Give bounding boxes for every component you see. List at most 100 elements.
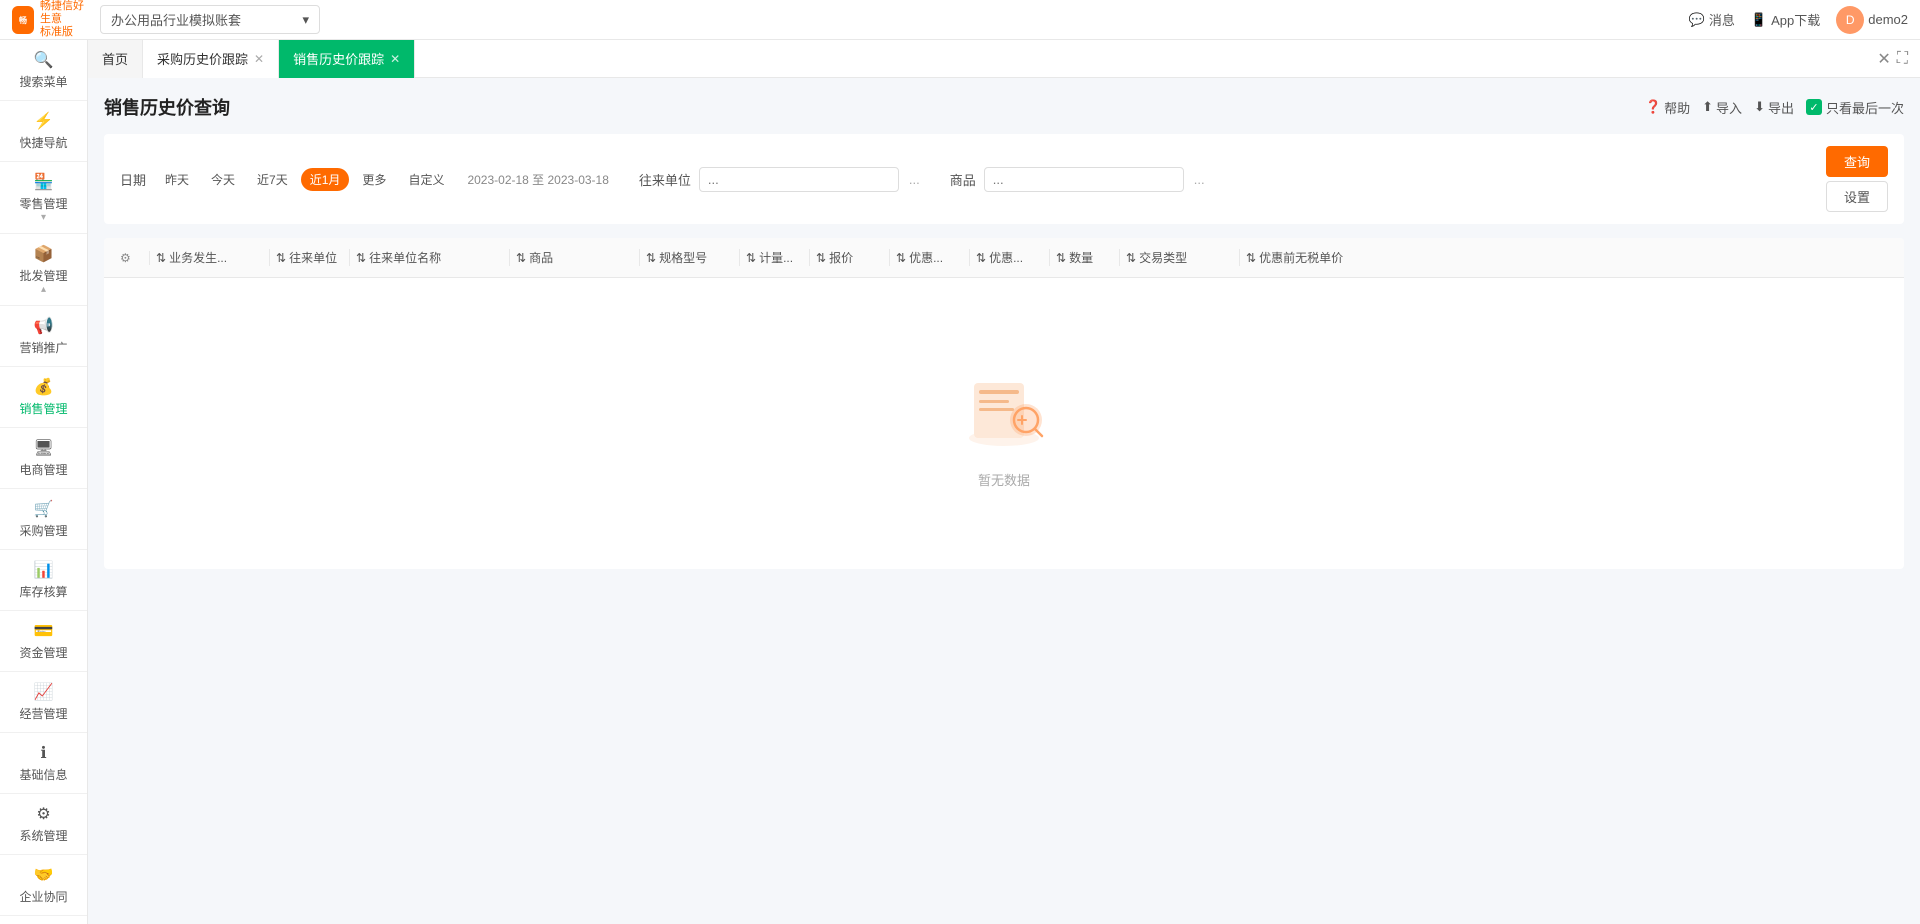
sidebar-item-basic-info[interactable]: ℹ 基础信息 xyxy=(0,733,87,794)
sidebar-item-wholesale-mgmt[interactable]: 📦 批发管理 ▴ xyxy=(0,234,87,306)
sidebar-item-sales-mgmt[interactable]: 💰 销售管理 xyxy=(0,367,87,428)
th-qty-label: 数量 xyxy=(1069,249,1093,266)
date-btn-more[interactable]: 更多 xyxy=(353,168,395,191)
sidebar-item-search-menu[interactable]: 🔍 搜索菜单 xyxy=(0,40,87,101)
tab-fullscreen-icon[interactable]: ⛶ xyxy=(1897,50,1908,68)
th-qty[interactable]: ⇅ 数量 xyxy=(1050,249,1120,266)
sidebar-item-finance-mgmt[interactable]: 💳 资金管理 xyxy=(0,611,87,672)
only-last-label: 只看最后一次 xyxy=(1826,98,1904,117)
sidebar-item-label: 快捷导航 xyxy=(19,134,67,151)
user-label: demo2 xyxy=(1868,12,1908,27)
download-icon: 📱 xyxy=(1751,12,1767,28)
th-discount1[interactable]: ⇅ 优惠... xyxy=(890,249,970,266)
search-icon: 🔍 xyxy=(34,50,54,70)
tab-home-label: 首页 xyxy=(102,49,128,68)
sidebar-item-system-mgmt[interactable]: ⚙ 系统管理 xyxy=(0,794,87,855)
th-biz-date[interactable]: ⇅ 业务发生... xyxy=(150,249,270,266)
sidebar-item-label: 系统管理 xyxy=(19,827,67,844)
th-partner-name[interactable]: ⇅ 往来单位名称 xyxy=(350,249,510,266)
tabs-bar: 首页 采购历史价跟踪 ✕ 销售历史价跟踪 ✕ ✕ ⛶ xyxy=(88,40,1920,78)
th-unit[interactable]: ⇅ 计量... xyxy=(740,249,810,266)
sidebar-item-ops-mgmt[interactable]: 📈 经营管理 xyxy=(0,672,87,733)
th-settings[interactable]: ⚙ xyxy=(114,251,150,265)
th-trade-type-label: 交易类型 xyxy=(1139,249,1187,266)
th-discount2[interactable]: ⇅ 优惠... xyxy=(970,249,1050,266)
sidebar-item-label: 营销推广 xyxy=(19,339,67,356)
message-button[interactable]: 💬 消息 xyxy=(1689,10,1735,29)
product-input[interactable] xyxy=(984,167,1184,192)
help-icon: ❓ xyxy=(1645,99,1661,115)
date-btn-custom[interactable]: 自定义 xyxy=(399,168,453,191)
import-label: 导入 xyxy=(1716,98,1742,117)
tab-sales-history-label: 销售历史价跟踪 xyxy=(293,49,384,68)
partner-dots: ... xyxy=(909,172,920,187)
svg-text:畅: 畅 xyxy=(19,15,27,25)
sidebar: 🔍 搜索菜单 ⚡ 快捷导航 🏪 零售管理 ▾ 📦 批发管理 ▴ 📢 营销推广 💰… xyxy=(0,40,88,924)
filter-row-1: 日期 昨天 今天 近7天 近1月 更多 自定义 2023-02-18 至 202… xyxy=(120,146,1888,212)
tab-home[interactable]: 首页 xyxy=(88,40,143,78)
setting-button[interactable]: 设置 xyxy=(1826,181,1888,212)
avatar: D xyxy=(1836,6,1864,34)
empty-icon xyxy=(954,358,1054,458)
export-button[interactable]: ⬇ 导出 xyxy=(1754,98,1794,117)
sidebar-item-purchase-mgmt[interactable]: 🛒 采购管理 xyxy=(0,489,87,550)
th-product-sort-icon: ⇅ xyxy=(516,251,526,265)
th-qty-sort-icon: ⇅ xyxy=(1056,251,1066,265)
page-title: 销售历史价查询 xyxy=(104,94,230,120)
page-actions: ❓ 帮助 ⬆ 导入 ⬇ 导出 ✓ 只看最后一次 xyxy=(1645,98,1904,117)
th-trade-type[interactable]: ⇅ 交易类型 xyxy=(1120,249,1240,266)
product-dots: ... xyxy=(1194,172,1205,187)
date-btn-7days[interactable]: 近7天 xyxy=(248,168,297,191)
import-icon: ⬆ xyxy=(1702,99,1713,115)
th-partner[interactable]: ⇅ 往来单位 xyxy=(270,249,350,266)
sidebar-item-label: 经营管理 xyxy=(19,705,67,722)
th-partner-label: 往来单位 xyxy=(289,249,337,266)
info-icon: ℹ xyxy=(40,743,46,763)
sidebar-item-ecom-mgmt[interactable]: 🖥 电商管理 xyxy=(0,428,87,489)
sidebar-item-enterprise[interactable]: 🤝 企业协同 xyxy=(0,855,87,916)
date-btn-yesterday[interactable]: 昨天 xyxy=(156,168,198,191)
date-btns: 昨天 今天 近7天 近1月 更多 自定义 xyxy=(156,168,453,191)
only-last-check[interactable]: ✓ 只看最后一次 xyxy=(1806,98,1904,117)
tab-purchase-history[interactable]: 采购历史价跟踪 ✕ xyxy=(143,40,279,78)
query-button[interactable]: 查询 xyxy=(1826,146,1888,177)
partner-input[interactable] xyxy=(699,167,899,192)
sidebar-item-marketing[interactable]: 📢 营销推广 xyxy=(0,306,87,367)
date-btn-1month[interactable]: 近1月 xyxy=(301,168,350,191)
app-selector[interactable]: 办公用品行业模拟账套 ▾ xyxy=(100,5,320,34)
content-area: 首页 采购历史价跟踪 ✕ 销售历史价跟踪 ✕ ✕ ⛶ 销售历史价查询 xyxy=(88,40,1920,924)
download-button[interactable]: 📱 App下载 xyxy=(1751,10,1820,29)
th-spec[interactable]: ⇅ 规格型号 xyxy=(640,249,740,266)
sales-icon: 💰 xyxy=(34,377,54,397)
user-button[interactable]: D demo2 xyxy=(1836,6,1908,34)
th-partner-sort-icon: ⇅ xyxy=(276,251,286,265)
th-biz-date-label: 业务发生... xyxy=(169,249,227,266)
sidebar-item-new-guide[interactable]: 🚀 新手引导 xyxy=(0,916,87,924)
top-right: 💬 消息 📱 App下载 D demo2 xyxy=(1689,6,1908,34)
sidebar-item-retail-mgmt[interactable]: 🏪 零售管理 ▾ xyxy=(0,162,87,234)
tab-sales-history[interactable]: 销售历史价跟踪 ✕ xyxy=(279,40,415,78)
chevron-down-icon: ▾ xyxy=(41,212,46,223)
table-header: ⚙ ⇅ 业务发生... ⇅ 往来单位 ⇅ 往来单位名称 xyxy=(104,238,1904,278)
date-btn-today[interactable]: 今天 xyxy=(202,168,244,191)
app-name: 办公用品行业模拟账套 xyxy=(111,10,241,29)
filter-buttons: 查询 设置 xyxy=(1826,146,1888,212)
tab-purchase-history-close[interactable]: ✕ xyxy=(254,52,264,66)
date-range-text: 2023-02-18 至 2023-03-18 xyxy=(467,171,608,188)
empty-text: 暂无数据 xyxy=(978,470,1030,489)
tab-close-all-icon[interactable]: ✕ xyxy=(1877,49,1890,69)
chevron-down-icon: ▾ xyxy=(302,12,309,28)
sidebar-item-quick-nav[interactable]: ⚡ 快捷导航 xyxy=(0,101,87,162)
partner-label: 往来单位 xyxy=(639,170,691,189)
th-tax-price[interactable]: ⇅ 优惠前无税单价 xyxy=(1240,249,1894,266)
th-unit-label: 计量... xyxy=(759,249,793,266)
tab-sales-history-close[interactable]: ✕ xyxy=(390,52,400,66)
import-button[interactable]: ⬆ 导入 xyxy=(1702,98,1742,117)
help-button[interactable]: ❓ 帮助 xyxy=(1645,98,1690,117)
th-price[interactable]: ⇅ 报价 xyxy=(810,249,890,266)
enterprise-icon: 🤝 xyxy=(34,865,54,885)
sidebar-item-inventory[interactable]: 📊 库存核算 xyxy=(0,550,87,611)
th-product[interactable]: ⇅ 商品 xyxy=(510,249,640,266)
purchase-icon: 🛒 xyxy=(34,499,54,519)
only-last-checkbox[interactable]: ✓ xyxy=(1806,99,1822,115)
